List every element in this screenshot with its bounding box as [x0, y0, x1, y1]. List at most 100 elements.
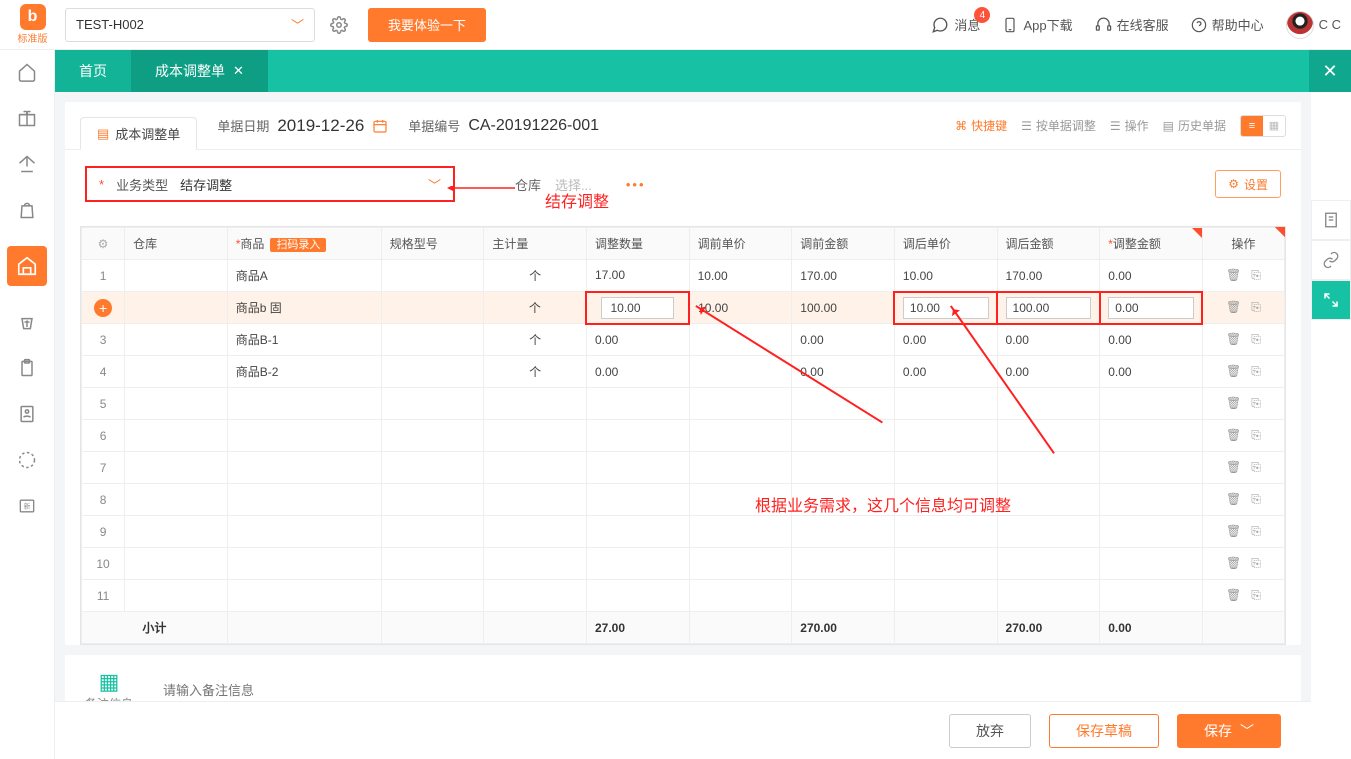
table-row[interactable]: 3商品B-1个0.000.000.000.000.00🗑⎘ [82, 324, 1285, 356]
col-price-before[interactable]: 调前单价 [689, 228, 792, 260]
add-row-icon[interactable]: + [94, 299, 112, 317]
copy-icon[interactable]: ⎘ [1251, 428, 1261, 443]
sidebar-new-icon[interactable]: 新 [17, 496, 37, 516]
by-doc-action[interactable]: ☰ 按单据调整 [1021, 117, 1096, 134]
sidebar-user-doc-icon[interactable] [17, 404, 37, 424]
remark-input[interactable] [163, 683, 1281, 698]
col-price-after[interactable]: 调后单价 [894, 228, 997, 260]
history-action[interactable]: ▤ 历史单据 [1163, 117, 1226, 134]
logo[interactable]: b 标准版 [10, 4, 55, 45]
copy-icon[interactable]: ⎘ [1251, 300, 1261, 315]
rt-link-icon[interactable] [1311, 240, 1351, 280]
sidebar-warehouse-icon[interactable] [7, 246, 47, 286]
ops-action[interactable]: ☰ 操作 [1110, 117, 1149, 134]
user-menu[interactable]: C C [1286, 11, 1341, 39]
col-amt-after[interactable]: 调后金额 [997, 228, 1100, 260]
annotation-arrow-1 [445, 186, 525, 216]
col-gear[interactable]: ⚙ [82, 228, 125, 260]
delete-icon[interactable]: 🗑 [1226, 492, 1241, 507]
logo-icon: b [20, 4, 46, 30]
delete-icon[interactable]: 🗑 [1226, 332, 1241, 347]
more-icon[interactable]: ••• [626, 177, 646, 192]
table-row[interactable]: 4商品B-2个0.000.000.000.000.00🗑⎘ [82, 356, 1285, 388]
table-row[interactable]: 9🗑⎘ [82, 516, 1285, 548]
table-row[interactable]: 6🗑⎘ [82, 420, 1285, 452]
table-row[interactable]: 8🗑⎘ [82, 484, 1285, 516]
doc-card: ▤ 成本调整单 单据日期 2019-12-26 单据编号 CA-20191226… [65, 102, 1301, 645]
cta-button[interactable]: 我要体验一下 [368, 8, 486, 42]
copy-icon[interactable]: ⎘ [1251, 588, 1261, 603]
copy-icon[interactable]: ⎘ [1251, 396, 1261, 411]
col-unit[interactable]: 主计量 [484, 228, 587, 260]
col-spec[interactable]: 规格型号 [381, 228, 484, 260]
copy-icon[interactable]: ⎘ [1251, 524, 1261, 539]
biz-type-select[interactable]: * 业务类型 结存调整 ﹀ [85, 166, 455, 202]
sidebar-bag-icon[interactable] [17, 200, 37, 220]
col-product[interactable]: *商品扫码录入 [227, 228, 381, 260]
main: ▤ 成本调整单 单据日期 2019-12-26 单据编号 CA-20191226… [55, 92, 1311, 759]
code-label: 单据编号 [408, 116, 460, 135]
col-adj-qty[interactable]: 调整数量 [586, 228, 689, 260]
tab-home[interactable]: 首页 [55, 50, 131, 92]
setting-button[interactable]: ⚙ 设置 [1215, 170, 1281, 198]
help-icon [1191, 17, 1207, 33]
view-list-icon[interactable]: ≡ [1241, 116, 1263, 136]
rt-note-icon[interactable] [1311, 200, 1351, 240]
table-row[interactable]: 7🗑⎘ [82, 452, 1285, 484]
table-row[interactable]: 1商品A个17.0010.00170.0010.00170.000.00🗑⎘ [82, 260, 1285, 292]
sidebar-gift-icon[interactable] [17, 108, 37, 128]
rt-expand-icon[interactable] [1311, 280, 1351, 320]
chevron-down-icon: ﹀ [428, 175, 441, 194]
shortcut-action[interactable]: ⌘ 快捷键 [955, 117, 1007, 134]
tab-close-icon[interactable]: ✕ [233, 63, 244, 79]
delete-icon[interactable]: 🗑 [1226, 268, 1241, 283]
copy-icon[interactable]: ⎘ [1251, 460, 1261, 475]
table-row[interactable]: 11🗑⎘ [82, 580, 1285, 612]
copy-icon[interactable]: ⎘ [1251, 268, 1261, 283]
messages-link[interactable]: 消息 4 [931, 15, 980, 34]
delete-icon[interactable]: 🗑 [1226, 524, 1241, 539]
sidebar-clipboard-icon[interactable] [17, 358, 37, 378]
left-sidebar: 新 [0, 50, 55, 759]
view-grid-icon[interactable]: ▦ [1263, 116, 1285, 136]
doc-tab[interactable]: ▤ 成本调整单 [80, 117, 197, 150]
table-row[interactable]: 5🗑⎘ [82, 388, 1285, 420]
help-link[interactable]: 帮助中心 [1191, 15, 1264, 34]
tabs-close-all[interactable]: ✕ [1309, 50, 1351, 92]
delete-icon[interactable]: 🗑 [1226, 556, 1241, 571]
app-download-link[interactable]: App下载 [1002, 15, 1072, 34]
delete-icon[interactable]: 🗑 [1226, 460, 1241, 475]
sidebar-money-icon[interactable] [17, 312, 37, 332]
delete-icon[interactable]: 🗑 [1226, 364, 1241, 379]
delete-icon[interactable]: 🗑 [1226, 396, 1241, 411]
sidebar-upload-icon[interactable] [17, 154, 37, 174]
sidebar-home-icon[interactable] [17, 62, 37, 82]
delete-icon[interactable]: 🗑 [1226, 588, 1241, 603]
table-row[interactable]: 10🗑⎘ [82, 548, 1285, 580]
copy-icon[interactable]: ⎘ [1251, 364, 1261, 379]
copy-icon[interactable]: ⎘ [1251, 556, 1261, 571]
discard-button[interactable]: 放弃 [949, 714, 1031, 748]
tabs-bar: 首页 成本调整单 ✕ ✕ [55, 50, 1351, 92]
sidebar-loading-icon[interactable] [17, 450, 37, 470]
save-draft-button[interactable]: 保存草稿 [1049, 714, 1159, 748]
col-depot[interactable]: 仓库 [125, 228, 228, 260]
scan-button[interactable]: 扫码录入 [270, 238, 326, 252]
col-amt-before[interactable]: 调前金额 [792, 228, 895, 260]
table-row[interactable]: +商品b 固个10.0010.00100.0010.00100.000.00🗑⎘ [82, 292, 1285, 324]
online-service-link[interactable]: 在线客服 [1095, 15, 1169, 34]
code-value: CA-20191226-001 [468, 117, 599, 135]
setting-label: 设置 [1244, 176, 1268, 193]
doc-date[interactable]: 单据日期 2019-12-26 [217, 116, 388, 136]
copy-icon[interactable]: ⎘ [1251, 492, 1261, 507]
avatar [1286, 11, 1314, 39]
tab-cost-adjust[interactable]: 成本调整单 ✕ [131, 50, 268, 92]
project-select[interactable]: TEST-H002 ﹀ [65, 8, 315, 42]
delete-icon[interactable]: 🗑 [1226, 428, 1241, 443]
save-button[interactable]: 保存 ﹀ [1177, 714, 1281, 748]
gear-icon[interactable] [330, 16, 348, 34]
logo-edition: 标准版 [10, 30, 55, 45]
copy-icon[interactable]: ⎘ [1251, 332, 1261, 347]
delete-icon[interactable]: 🗑 [1226, 300, 1241, 315]
col-adj-amt[interactable]: *调整金额 [1100, 228, 1203, 260]
